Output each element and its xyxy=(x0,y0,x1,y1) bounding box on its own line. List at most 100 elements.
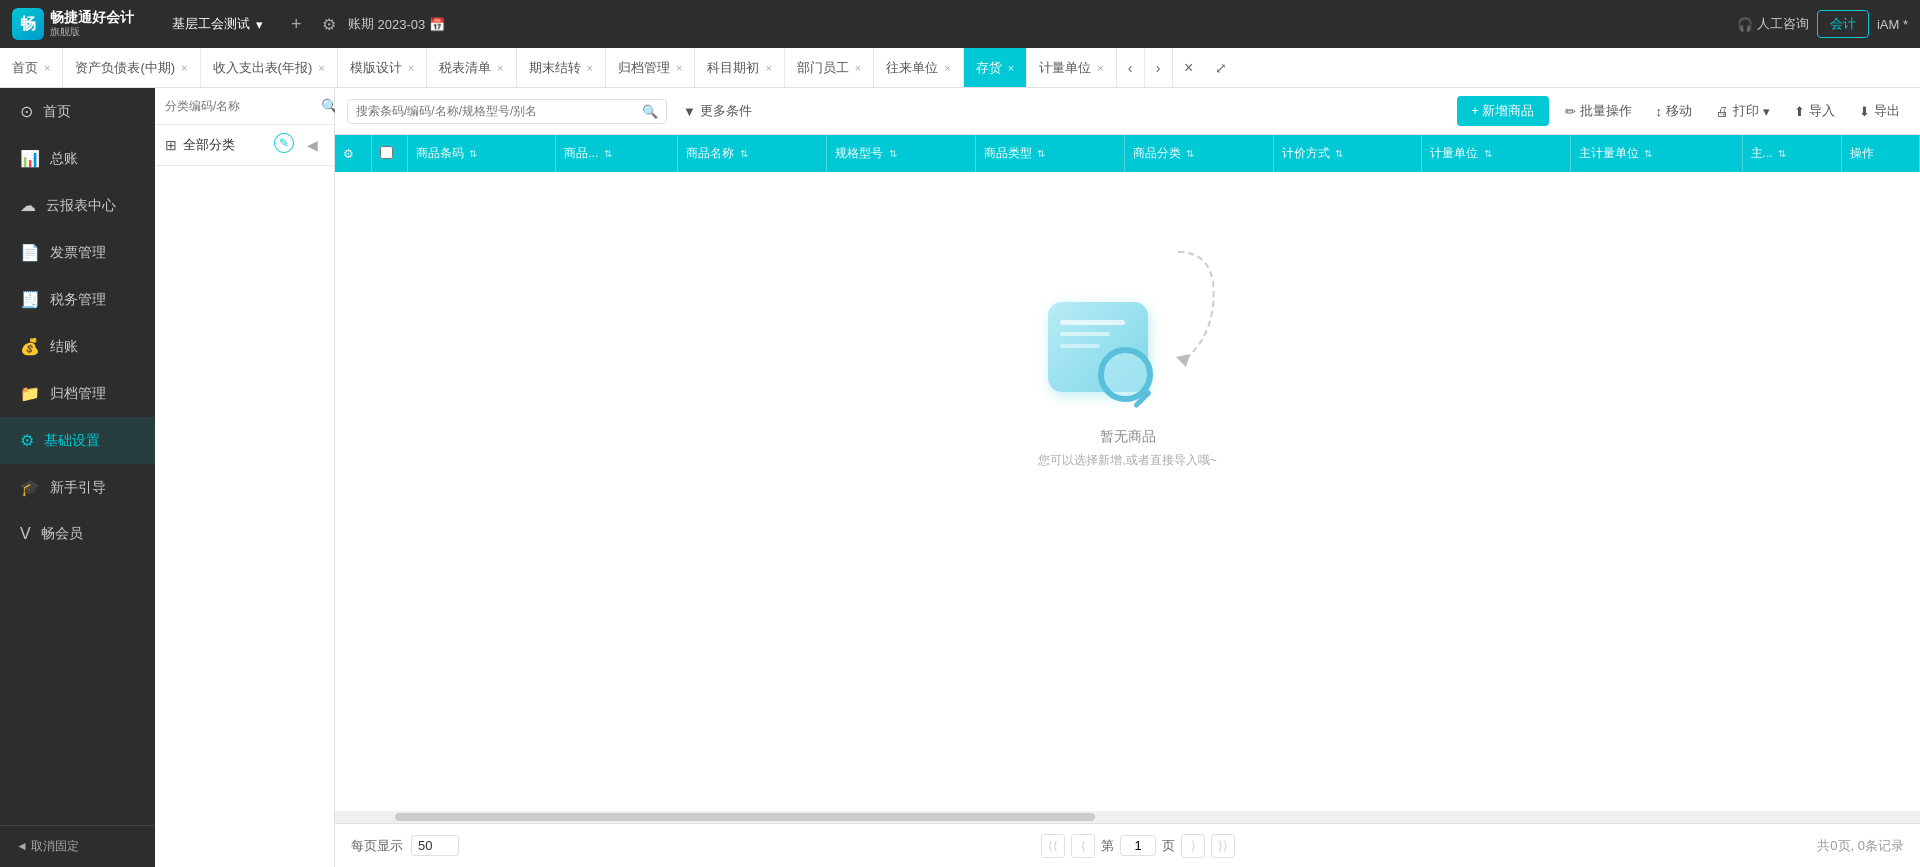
tab-period-close[interactable]: × xyxy=(587,62,593,74)
tab-unit-close[interactable]: × xyxy=(1097,62,1103,74)
table-container: ⚙ 商品条码 ⇅ 商品... ⇅ 商品名称 ⇅ 规格型号 ⇅ 商品类型 ⇅ 商品… xyxy=(335,135,1920,811)
consult-button[interactable]: 🎧 人工咨询 xyxy=(1737,15,1809,33)
tab-template[interactable]: 模版设计 × xyxy=(338,48,427,87)
sidebar-item-cloud[interactable]: ☁ 云报表中心 xyxy=(0,182,155,229)
page-input[interactable] xyxy=(1120,835,1156,856)
sidebar-item-member[interactable]: V 畅会员 xyxy=(0,511,155,557)
tab-home-label: 首页 xyxy=(12,59,38,77)
sidebar-collapse-button[interactable]: ◄ 取消固定 xyxy=(0,825,155,867)
th-checkbox[interactable] xyxy=(371,135,407,172)
th-spec[interactable]: 规格型号 ⇅ xyxy=(827,135,976,172)
select-all-checkbox[interactable] xyxy=(380,146,393,159)
category-edit-button[interactable]: ✎ xyxy=(274,133,294,153)
tab-period-transfer[interactable]: 期末结转 × xyxy=(517,48,606,87)
print-button[interactable]: 🖨 打印 ▾ xyxy=(1708,98,1778,124)
add-tab-button[interactable]: + xyxy=(283,12,310,37)
th-unit[interactable]: 计量单位 ⇅ xyxy=(1422,135,1571,172)
filter-button[interactable]: ▼ 更多条件 xyxy=(675,98,760,124)
next-page-button[interactable]: ⟩ xyxy=(1181,834,1205,858)
th-main-abbr[interactable]: 主... ⇅ xyxy=(1742,135,1841,172)
sidebar-item-basic-settings[interactable]: ⚙ 基础设置 xyxy=(0,417,155,464)
tab-prev-button[interactable]: ‹ xyxy=(1117,48,1145,87)
horizontal-scrollbar[interactable] xyxy=(335,811,1920,823)
period-value: 2023-03 xyxy=(378,17,426,32)
sidebar-item-guide[interactable]: 🎓 新手引导 xyxy=(0,464,155,511)
kuaiji-button[interactable]: 会计 xyxy=(1817,10,1869,38)
tab-inventory-close[interactable]: × xyxy=(1008,62,1014,74)
tab-contact[interactable]: 往来单位 × xyxy=(874,48,963,87)
tab-unit[interactable]: 计量单位 × xyxy=(1027,48,1116,87)
headset-icon: 🎧 xyxy=(1737,17,1753,32)
th-pricing[interactable]: 计价方式 ⇅ xyxy=(1273,135,1422,172)
tab-taxlist[interactable]: 税表清单 × xyxy=(427,48,516,87)
settings-button[interactable]: ⚙ xyxy=(322,15,336,34)
sidebar-collapse-label: ◄ 取消固定 xyxy=(16,838,79,855)
th-action: 操作 xyxy=(1842,135,1920,172)
sidebar-item-ledger[interactable]: 📊 总账 xyxy=(0,135,155,182)
first-page-button[interactable]: ⟨⟨ xyxy=(1041,834,1065,858)
move-button[interactable]: ↕ 移动 xyxy=(1648,98,1701,124)
sidebar-item-home[interactable]: ⊙ 首页 xyxy=(0,88,155,135)
guide-icon: 🎓 xyxy=(20,478,40,497)
sidebar-item-invoice[interactable]: 📄 发票管理 xyxy=(0,229,155,276)
page-label: 第 xyxy=(1101,837,1114,855)
import-button[interactable]: ⬆ 导入 xyxy=(1786,98,1843,124)
main-layout: ⊙ 首页 📊 总账 ☁ 云报表中心 📄 发票管理 🧾 税务管理 💰 结账 📁 归… xyxy=(0,88,1920,867)
prev-page-button[interactable]: ⟨ xyxy=(1071,834,1095,858)
tab-taxlist-close[interactable]: × xyxy=(497,62,503,74)
tab-subject[interactable]: 科目期初 × xyxy=(695,48,784,87)
horizontal-scroll-thumb[interactable] xyxy=(395,813,1095,821)
tab-archive[interactable]: 归档管理 × xyxy=(606,48,695,87)
tab-balance[interactable]: 资产负债表(中期) × xyxy=(63,48,200,87)
last-page-button[interactable]: ⟩⟩ xyxy=(1211,834,1235,858)
th-barcode[interactable]: 商品条码 ⇅ xyxy=(407,135,556,172)
tab-income-close[interactable]: × xyxy=(318,62,324,74)
all-category-item[interactable]: ⊞ 全部分类 xyxy=(165,136,274,154)
calendar-icon[interactable]: 📅 xyxy=(429,17,445,32)
invoice-icon: 📄 xyxy=(20,243,40,262)
sidebar-item-close-account[interactable]: 💰 结账 xyxy=(0,323,155,370)
all-category-label: 全部分类 xyxy=(183,136,235,154)
th-name[interactable]: 商品名称 ⇅ xyxy=(678,135,827,172)
th-code[interactable]: 商品... ⇅ xyxy=(556,135,678,172)
grid-icon: ⊞ xyxy=(165,137,177,153)
expand-button[interactable]: ⤢ xyxy=(1205,48,1237,87)
page-nav: ⟨⟨ ⟨ 第 页 ⟩ ⟩⟩ xyxy=(1041,834,1235,858)
category-search-area: 🔍 xyxy=(155,88,334,125)
company-selector[interactable]: 基层工会测试 ▾ xyxy=(164,11,271,37)
th-category[interactable]: 商品分类 ⇅ xyxy=(1124,135,1273,172)
export-button[interactable]: ⬇ 导出 xyxy=(1851,98,1908,124)
th-type[interactable]: 商品类型 ⇅ xyxy=(975,135,1124,172)
batch-operation-button[interactable]: ✏ 批量操作 xyxy=(1557,98,1640,124)
tab-template-close[interactable]: × xyxy=(408,62,414,74)
tab-inventory[interactable]: 存货 × xyxy=(964,48,1027,87)
tab-archive-label: 归档管理 xyxy=(618,59,670,77)
tab-template-label: 模版设计 xyxy=(350,59,402,77)
sidebar-item-archive[interactable]: 📁 归档管理 xyxy=(0,370,155,417)
th-main-unit[interactable]: 主计量单位 ⇅ xyxy=(1571,135,1743,172)
tab-income[interactable]: 收入支出表(年报) × xyxy=(201,48,338,87)
tab-subject-close[interactable]: × xyxy=(765,62,771,74)
user-button[interactable]: iAM * xyxy=(1877,17,1908,32)
tab-staff[interactable]: 部门员工 × xyxy=(785,48,874,87)
th-settings[interactable]: ⚙ xyxy=(335,135,371,172)
tab-staff-close[interactable]: × xyxy=(855,62,861,74)
category-search-input[interactable] xyxy=(165,99,315,113)
product-search-input[interactable] xyxy=(356,104,636,118)
svg-marker-0 xyxy=(1176,354,1190,367)
close-all-tabs-button[interactable]: × xyxy=(1173,48,1205,87)
sidebar-item-tax[interactable]: 🧾 税务管理 xyxy=(0,276,155,323)
page-size-select[interactable]: 50 10 20 100 xyxy=(411,835,459,856)
add-product-button[interactable]: + 新增商品 xyxy=(1457,96,1548,126)
tab-home-close[interactable]: × xyxy=(44,62,50,74)
tab-home[interactable]: 首页 × xyxy=(0,48,63,87)
tab-contact-close[interactable]: × xyxy=(944,62,950,74)
tab-balance-close[interactable]: × xyxy=(181,62,187,74)
category-collapse-button[interactable]: ◀ xyxy=(300,133,324,157)
tab-next-button[interactable]: › xyxy=(1145,48,1173,87)
import-label: 导入 xyxy=(1809,102,1835,120)
tab-archive-close[interactable]: × xyxy=(676,62,682,74)
batch-icon: ✏ xyxy=(1565,104,1576,119)
right-panel: 🔍 ▼ 更多条件 + 新增商品 ✏ 批量操作 ↕ 移动 xyxy=(335,88,1920,867)
product-search-icon[interactable]: 🔍 xyxy=(642,104,658,119)
